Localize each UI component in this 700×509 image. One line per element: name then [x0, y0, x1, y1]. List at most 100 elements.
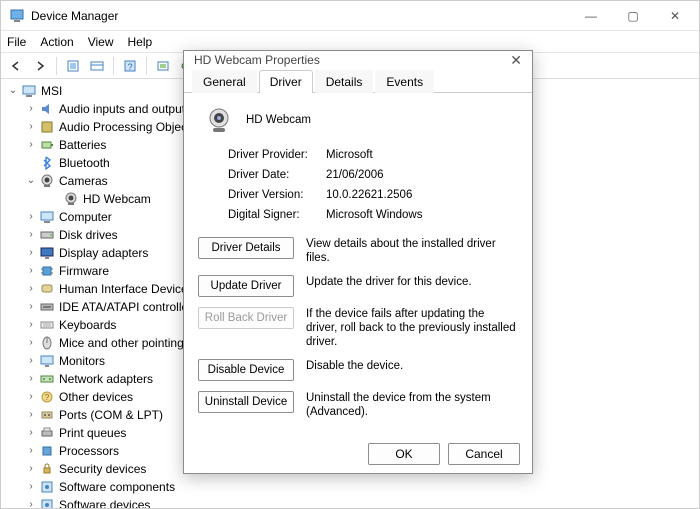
caret-icon[interactable]: › — [25, 460, 37, 478]
tree-item-label: Disk drives — [59, 226, 118, 244]
prop-label: Digital Signer: — [228, 209, 318, 221]
prop-row: Driver Version:10.0.22621.2506 — [198, 189, 518, 201]
dialog-close-button[interactable]: ✕ — [510, 52, 522, 69]
computer-icon — [39, 209, 55, 225]
button-disable-device[interactable]: Disable Device — [198, 359, 294, 381]
dialog-titlebar: HD Webcam Properties ✕ — [184, 51, 532, 69]
button-driver-details[interactable]: Driver Details — [198, 237, 294, 259]
software-icon — [39, 479, 55, 495]
toolbar-btn-4[interactable] — [152, 55, 174, 77]
back-button[interactable] — [5, 55, 27, 77]
mouse-icon — [39, 335, 55, 351]
caret-icon[interactable]: › — [25, 244, 37, 262]
tab-details[interactable]: Details — [315, 70, 374, 93]
tree-item-label: Keyboards — [59, 316, 116, 334]
audio-icon — [39, 101, 55, 117]
caret-icon[interactable]: › — [25, 424, 37, 442]
minimize-button[interactable]: — — [579, 9, 603, 23]
disk-icon — [39, 227, 55, 243]
cancel-button[interactable]: Cancel — [448, 443, 520, 465]
tree-item-label: Ports (COM & LPT) — [59, 406, 163, 424]
ok-button[interactable]: OK — [368, 443, 440, 465]
action-desc: View details about the installed driver … — [306, 237, 518, 265]
caret-icon[interactable]: › — [25, 226, 37, 244]
tree-item-label: Cameras — [59, 172, 108, 190]
close-button[interactable]: ✕ — [663, 9, 687, 23]
chip-icon — [39, 263, 55, 279]
menu-help[interactable]: Help — [128, 35, 153, 49]
caret-icon[interactable]: › — [25, 388, 37, 406]
caret-icon[interactable]: › — [25, 118, 37, 136]
prop-value: Microsoft Windows — [326, 209, 423, 221]
tree-item-label: Display adapters — [59, 244, 148, 262]
tab-general[interactable]: General — [192, 70, 257, 93]
dialog-title: HD Webcam Properties — [194, 53, 320, 67]
network-icon — [39, 371, 55, 387]
caret-icon[interactable]: › — [25, 262, 37, 280]
toolbar-btn-3[interactable]: ? — [119, 55, 141, 77]
toolbar-btn-1[interactable] — [62, 55, 84, 77]
caret-icon[interactable]: › — [25, 478, 37, 496]
caret-icon[interactable]: › — [25, 352, 37, 370]
ide-icon — [39, 299, 55, 315]
tree-item-label: Audio inputs and outputs — [59, 100, 191, 118]
tab-driver[interactable]: Driver — [259, 70, 313, 93]
menu-file[interactable]: File — [7, 35, 26, 49]
security-icon — [39, 461, 55, 477]
tree-item-label: Audio Processing Objects — [59, 118, 196, 136]
tree-item-label: Bluetooth — [59, 154, 110, 172]
action-row: Uninstall DeviceUninstall the device fro… — [198, 391, 518, 419]
caret-icon[interactable]: › — [25, 334, 37, 352]
action-row: Driver Details View details about the ins… — [198, 237, 518, 265]
caret-icon[interactable]: › — [25, 442, 37, 460]
caret-icon[interactable]: › — [25, 136, 37, 154]
tree-item-label: Computer — [59, 208, 112, 226]
caret-icon[interactable]: › — [25, 280, 37, 298]
svg-text:?: ? — [127, 62, 132, 72]
caret-icon[interactable]: › — [25, 208, 37, 226]
toolbar-btn-2[interactable] — [86, 55, 108, 77]
action-desc: If the device fails after updating the d… — [306, 307, 518, 349]
tree-item-label: Software devices — [59, 496, 150, 508]
dialog-body: HD Webcam Driver Provider:MicrosoftDrive… — [184, 93, 532, 435]
maximize-button[interactable]: ▢ — [621, 9, 645, 23]
tree-item-software[interactable]: › Software devices — [5, 496, 695, 508]
caret-icon[interactable]: ⌄ — [25, 172, 37, 190]
caret-icon[interactable]: › — [25, 316, 37, 334]
tree-item-label: Network adapters — [59, 370, 153, 388]
button-roll-back-driver: Roll Back Driver — [198, 307, 294, 329]
tree-item-label: Software components — [59, 478, 175, 496]
monitor-icon — [39, 353, 55, 369]
caret-icon[interactable]: › — [25, 370, 37, 388]
tab-events[interactable]: Events — [375, 70, 434, 93]
prop-label: Driver Provider: — [228, 149, 318, 161]
caret-icon[interactable]: › — [25, 298, 37, 316]
properties-dialog: HD Webcam Properties ✕ General Driver De… — [183, 50, 533, 474]
device-name: HD Webcam — [246, 114, 311, 126]
camera-icon — [39, 173, 55, 189]
hid-icon — [39, 281, 55, 297]
tree-item-label: Human Interface Devices — [59, 280, 194, 298]
button-uninstall-device[interactable]: Uninstall Device — [198, 391, 294, 413]
tree-item-label: Batteries — [59, 136, 106, 154]
button-update-driver[interactable]: Update Driver — [198, 275, 294, 297]
menu-action[interactable]: Action — [40, 35, 73, 49]
tree-item-label: Other devices — [59, 388, 133, 406]
tree-item-label: MSI — [41, 82, 62, 100]
tree-item-label: HD Webcam — [83, 190, 151, 208]
keyboard-icon — [39, 317, 55, 333]
prop-value: 21/06/2006 — [326, 169, 384, 181]
caret-icon[interactable]: › — [25, 100, 37, 118]
caret-icon[interactable]: › — [25, 406, 37, 424]
tree-item-label: Monitors — [59, 352, 105, 370]
bluetooth-icon — [39, 155, 55, 171]
forward-button[interactable] — [29, 55, 51, 77]
tree-item-label: IDE ATA/ATAPI controllers — [59, 298, 198, 316]
dialog-tabs: General Driver Details Events — [184, 69, 532, 93]
prop-label: Driver Date: — [228, 169, 318, 181]
caret-icon[interactable]: ⌄ — [7, 82, 19, 100]
tree-item-label: Processors — [59, 442, 119, 460]
tree-item-software[interactable]: › Software components — [5, 478, 695, 496]
menu-view[interactable]: View — [88, 35, 114, 49]
caret-icon[interactable]: › — [25, 496, 37, 508]
